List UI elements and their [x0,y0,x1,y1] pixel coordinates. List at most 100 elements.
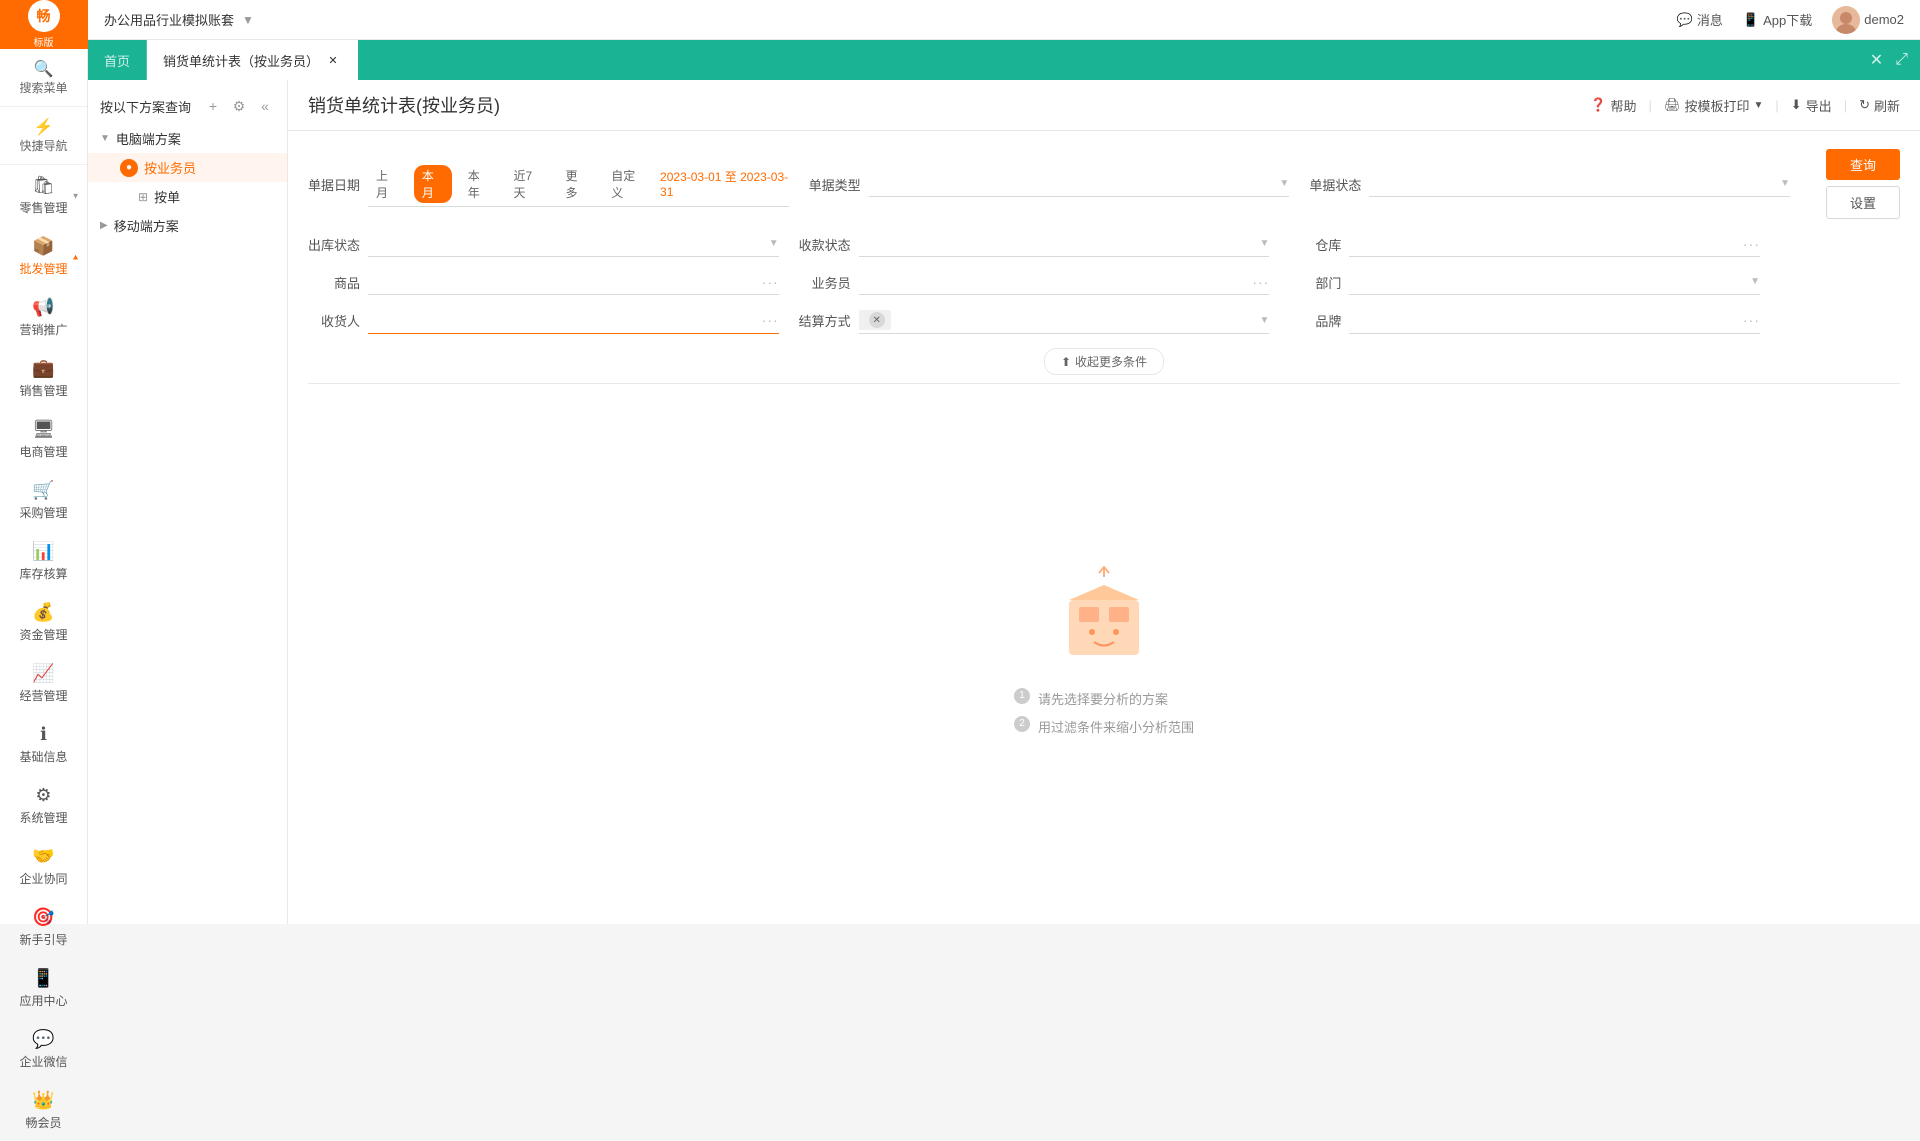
date-range: 2023-03-01 至 2023-03-31 [660,168,789,199]
sidebar-item-member[interactable]: 👑 畅会员 [0,1080,88,1141]
consignee-input[interactable]: ··· [368,308,779,334]
topbar-title: 办公用品行业模拟账套 [104,10,234,29]
date-btn-custom[interactable]: 自定义 [603,165,652,203]
filter-collection-status: 收款状态 ▼ [799,231,1270,257]
tree-sub-item-salesperson[interactable]: ● 按业务员 [88,153,287,182]
print-icon: 🖨 [1664,97,1681,113]
export-action[interactable]: ⬇ 导出 [1791,96,1832,115]
department-input[interactable]: ▼ [1349,269,1760,295]
warehouse-input[interactable]: ··· [1349,231,1760,257]
page-header: 销货单统计表(按业务员) ❓ 帮助 | 🖨 按模板打印 ▼ | [288,80,1920,131]
brand-ellipsis[interactable]: ··· [1743,312,1760,328]
collapse-button[interactable]: ⬆ 收起更多条件 [1044,348,1164,375]
close-tab-btn[interactable]: ✕ [1870,50,1883,70]
query-button[interactable]: 查询 [1826,149,1900,180]
collapse-panel-btn[interactable]: « [255,96,275,116]
app-logo[interactable]: 畅 标版 [0,0,88,49]
settings-scheme-btn[interactable]: ⚙ [229,96,249,116]
product-input[interactable]: ··· [368,269,779,295]
salesperson-input[interactable]: ··· [859,269,1270,295]
tree-item-pc-label: 电脑端方案 [116,129,181,148]
date-btn-7days[interactable]: 近7天 [506,165,550,203]
wholesale-icon: 📦 [32,236,54,257]
sidebar-item-inventory[interactable]: 📊 库存核算 [0,531,88,592]
help-action[interactable]: ❓ 帮助 [1590,96,1636,115]
tree-item-mobile[interactable]: ▶ 移动端方案 [88,211,287,240]
tree-item-pc[interactable]: ▼ 电脑端方案 [88,124,287,153]
sidebar-item-basic[interactable]: ℹ 基础信息 [0,714,88,775]
filter-product: 商品 ··· [308,269,779,295]
stock-status-input[interactable]: ▼ [368,231,779,257]
help-icon: ❓ [1590,97,1606,113]
empty-state: 1 请先选择要分析的方案 2 用过滤条件来缩小分析范围 [288,384,1920,924]
print-action[interactable]: 🖨 按模板打印 ▼ [1664,96,1763,115]
sidebar-item-appstore[interactable]: 📱 应用中心 [0,958,88,1019]
selected-dot: ● [120,159,138,177]
sidebar-item-system[interactable]: ⚙ 系统管理 [0,775,88,836]
date-input[interactable]: 上月 本月 本年 近7天 更多 自定义 2023-03-01 至 2023-03… [368,162,789,207]
product-label: 商品 [308,273,360,292]
consignee-ellipsis[interactable]: ··· [762,312,779,328]
refresh-action[interactable]: ↻ 刷新 [1859,96,1900,115]
refresh-icon: ↻ [1859,97,1870,113]
bill-type-caret: ▼ [1279,178,1289,189]
message-action[interactable]: 💬 消息 [1677,10,1723,29]
sidebar-search[interactable]: 🔍 搜索菜单 [0,49,87,107]
sidebar-item-sales[interactable]: 💼 销售管理 [0,348,88,409]
filter-bill-status: 单据状态 ▼ [1309,171,1790,197]
page: 按以下方案查询 + ⚙ « ▼ 电脑端方案 ● 按业务员 ⊞ [88,80,1920,924]
sidebar-item-operations[interactable]: 📈 经营管理 [0,653,88,714]
filter-date: 单据日期 上月 本月 本年 近7天 更多 自定义 2023-03-01 至 20… [308,162,789,207]
enterprise-icon: 🤝 [32,846,54,867]
sidebar-item-wechat[interactable]: 💬 企业微信 [0,1019,88,1080]
tree-arrow-mobile: ▶ [100,220,108,231]
expand-tab-btn[interactable]: ⤢ [1895,51,1908,69]
settlement-input[interactable]: ✕ ▼ [859,307,1270,334]
tab-close-sales-stats[interactable]: ✕ [325,52,341,68]
print-arrow: ▼ [1753,100,1763,111]
date-btn-prev-month[interactable]: 上月 [368,165,406,203]
settlement-clear-btn[interactable]: ✕ [869,312,885,328]
wechat-icon: 💬 [32,1029,54,1050]
newbie-icon: 🎯 [32,907,54,928]
sidebar-item-ecommerce[interactable]: 🖥 电商管理 [0,409,88,470]
settings-button[interactable]: 设置 [1826,186,1900,219]
sidebar-quick-nav[interactable]: ⚡ 快捷导航 [0,107,87,165]
sidebar-item-marketing[interactable]: 📢 营销推广 [0,287,88,348]
bill-status-caret: ▼ [1780,178,1790,189]
logo-icon: 畅 [28,0,60,32]
tab-sales-stats[interactable]: 销货单统计表（按业务员） ✕ [147,40,358,80]
sidebar-item-purchase[interactable]: 🛒 采购管理 [0,470,88,531]
sidebar-item-enterprise[interactable]: 🤝 企业协同 [0,836,88,897]
tree-sub-item-bill[interactable]: ⊞ 按单 [88,182,287,211]
date-label: 单据日期 [308,175,360,194]
bill-type-input[interactable]: ▼ [869,171,1290,197]
date-btn-this-year[interactable]: 本年 [460,165,498,203]
department-label: 部门 [1289,273,1341,292]
tab-home[interactable]: 首页 [88,40,147,80]
bill-status-input[interactable]: ▼ [1369,171,1790,197]
topbar-dropdown-icon[interactable]: ▼ [242,13,254,27]
collapse-bar: ⬆ 收起更多条件 [308,340,1900,384]
product-ellipsis[interactable]: ··· [762,274,779,290]
sidebar-item-finance[interactable]: 💰 资金管理 [0,592,88,653]
user-profile[interactable]: demo2 [1832,6,1904,34]
sidebar-item-wholesale[interactable]: 📦 批发管理 ▲ [0,226,88,287]
brand-input[interactable]: ··· [1349,308,1760,334]
export-icon: ⬇ [1791,97,1802,113]
filter-row-4: 收货人 ··· 结算方式 ✕ ▼ [308,301,1900,340]
add-scheme-btn[interactable]: + [203,96,223,116]
warehouse-ellipsis[interactable]: ··· [1743,236,1760,252]
sales-icon: 💼 [32,358,54,379]
collection-status-input[interactable]: ▼ [859,231,1270,257]
step-1-num: 1 [1014,688,1030,704]
salesperson-ellipsis[interactable]: ··· [1252,274,1269,290]
date-btn-more[interactable]: 更多 [557,165,595,203]
app-download-action[interactable]: 📱 App下载 [1743,10,1812,29]
brand-label: 品牌 [1289,311,1341,330]
empty-step-1: 1 请先选择要分析的方案 [1014,687,1194,713]
action-buttons: 查询 设置 [1826,149,1900,219]
sidebar-item-retail[interactable]: 🛍 零售管理 ▼ [0,165,88,226]
date-btn-this-month[interactable]: 本月 [414,165,452,203]
sidebar-item-newbie[interactable]: 🎯 新手引导 [0,897,88,958]
